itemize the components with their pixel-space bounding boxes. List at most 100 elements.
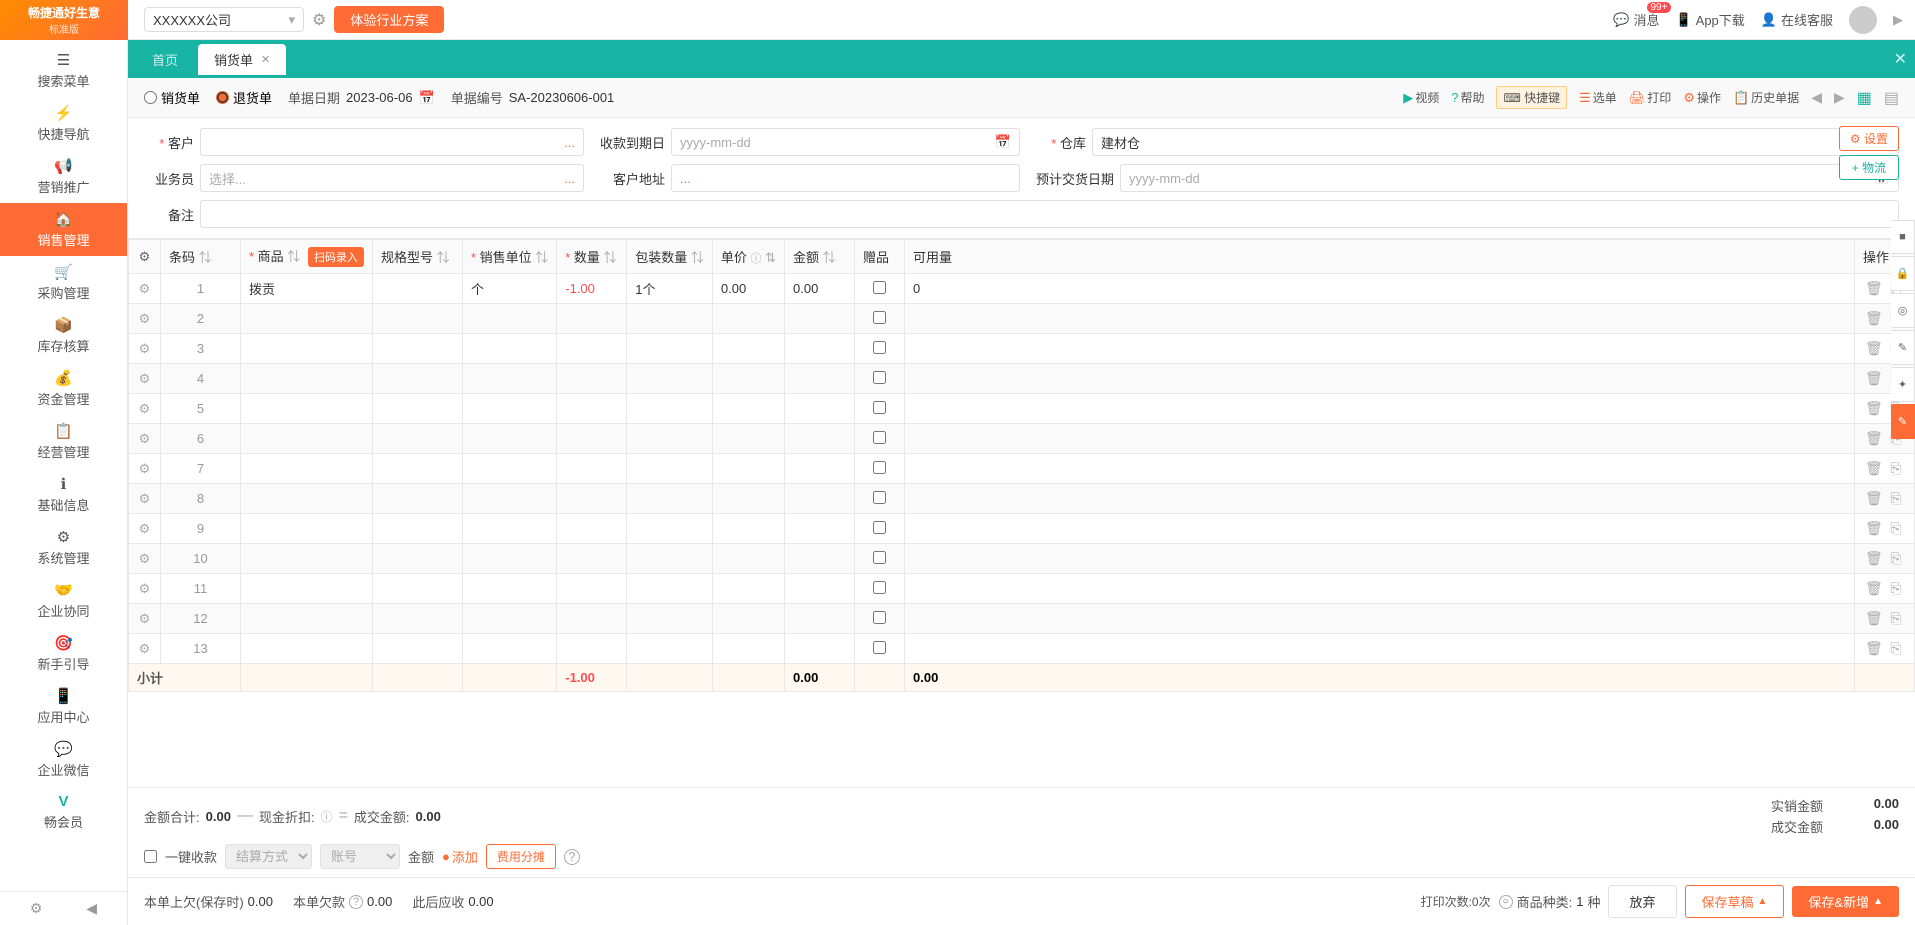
gift-checkbox[interactable] — [873, 521, 886, 534]
question-icon[interactable]: ? — [564, 849, 580, 865]
row-spec-cell[interactable] — [372, 634, 462, 664]
gift-checkbox[interactable] — [873, 641, 886, 654]
row-settings-icon[interactable]: ⚙ — [139, 341, 151, 356]
row-product-cell[interactable] — [241, 604, 373, 634]
calendar-icon[interactable]: 📅 — [419, 90, 435, 106]
row-settings-icon[interactable]: ⚙ — [139, 551, 151, 566]
sales-order-radio[interactable]: 销货单 — [144, 88, 200, 107]
row-amount-cell[interactable]: 0.00 — [785, 274, 855, 304]
row-spec-cell[interactable] — [372, 544, 462, 574]
gift-checkbox[interactable] — [873, 401, 886, 414]
customer-address-input[interactable]: ... — [671, 164, 1020, 192]
delete-row-button[interactable]: 🗑 — [1863, 368, 1885, 389]
float-btn-1[interactable]: ■ — [1891, 220, 1915, 254]
row-unit-cell[interactable] — [462, 484, 556, 514]
float-btn-2[interactable]: 🔒 — [1891, 256, 1915, 291]
row-pkg-qty-cell[interactable] — [627, 604, 713, 634]
prev-record-icon[interactable]: ◀ — [1811, 89, 1822, 106]
row-spec-cell[interactable] — [372, 514, 462, 544]
row-pkg-qty-cell[interactable] — [627, 394, 713, 424]
row-product-cell[interactable] — [241, 364, 373, 394]
row-spec-cell[interactable] — [372, 484, 462, 514]
settlement-method-select[interactable]: 结算方式 — [225, 844, 312, 869]
row-settings-icon[interactable]: ⚙ — [139, 401, 151, 416]
row-amount-cell[interactable] — [785, 334, 855, 364]
row-spec-cell[interactable] — [372, 424, 462, 454]
arrears-info-icon[interactable]: ? — [349, 895, 363, 909]
gift-checkbox[interactable] — [873, 431, 886, 444]
delete-row-button[interactable]: 🗑 — [1863, 608, 1885, 629]
row-qty-cell[interactable] — [557, 484, 627, 514]
gift-checkbox[interactable] — [873, 371, 886, 384]
row-unit-cell[interactable] — [462, 424, 556, 454]
row-spec-cell[interactable] — [372, 454, 462, 484]
delete-row-button[interactable]: 🗑 — [1863, 638, 1885, 659]
row-amount-cell[interactable] — [785, 514, 855, 544]
row-qty-cell[interactable] — [557, 514, 627, 544]
copy-row-button[interactable]: ⎘ — [1888, 638, 1903, 659]
gift-checkbox[interactable] — [873, 341, 886, 354]
shortcut-action[interactable]: ⌨ 快捷键 — [1496, 86, 1567, 109]
sidebar-item-finance[interactable]: 💰 资金管理 — [0, 362, 127, 415]
row-spec-cell[interactable] — [372, 334, 462, 364]
help-action[interactable]: ? 帮助 — [1451, 89, 1484, 106]
row-unit-cell[interactable] — [462, 514, 556, 544]
video-action[interactable]: ▶ 视频 — [1403, 89, 1439, 106]
delete-row-button[interactable]: 🗑 — [1863, 488, 1885, 509]
row-settings-icon[interactable]: ⚙ — [139, 611, 151, 626]
next-record-icon[interactable]: ▶ — [1834, 89, 1845, 106]
row-price-cell[interactable] — [712, 484, 784, 514]
row-unit-cell[interactable] — [462, 544, 556, 574]
row-spec-cell[interactable] — [372, 394, 462, 424]
online-service-action[interactable]: 👤 在线客服 — [1761, 10, 1833, 29]
salesman-input[interactable]: 选择... ... — [200, 164, 584, 192]
sidebar-item-guide[interactable]: 🎯 新手引导 — [0, 627, 127, 680]
row-unit-cell[interactable]: 个 — [462, 274, 556, 304]
row-product-cell[interactable]: 拨贡 — [241, 274, 373, 304]
row-unit-cell[interactable] — [462, 604, 556, 634]
gift-checkbox[interactable] — [873, 611, 886, 624]
row-unit-cell[interactable] — [462, 574, 556, 604]
tab-home[interactable]: 首页 — [136, 44, 194, 75]
row-amount-cell[interactable] — [785, 304, 855, 334]
delete-row-button[interactable]: 🗑 — [1863, 518, 1885, 539]
row-pkg-qty-cell[interactable] — [627, 304, 713, 334]
row-product-cell[interactable] — [241, 574, 373, 604]
save-new-button[interactable]: 保存&新增 ▲ — [1792, 886, 1899, 917]
row-price-cell[interactable]: 0.00 — [712, 274, 784, 304]
row-pkg-qty-cell[interactable] — [627, 484, 713, 514]
row-price-cell[interactable] — [712, 544, 784, 574]
row-pkg-qty-cell[interactable] — [627, 574, 713, 604]
copy-row-button[interactable]: ⎘ — [1888, 488, 1903, 509]
sidebar-item-quicknav[interactable]: ⚡ 快捷导航 — [0, 97, 127, 150]
row-spec-cell[interactable] — [372, 304, 462, 334]
row-price-cell[interactable] — [712, 424, 784, 454]
row-price-cell[interactable] — [712, 604, 784, 634]
row-amount-cell[interactable] — [785, 454, 855, 484]
row-qty-cell[interactable] — [557, 394, 627, 424]
sidebar-item-purchase[interactable]: 🛒 采购管理 — [0, 256, 127, 309]
delete-row-button[interactable]: 🗑 — [1863, 278, 1885, 299]
row-pkg-qty-cell[interactable] — [627, 514, 713, 544]
trial-button[interactable]: 体验行业方案 — [334, 6, 444, 33]
row-spec-cell[interactable] — [372, 604, 462, 634]
row-qty-cell[interactable] — [557, 544, 627, 574]
row-product-cell[interactable] — [241, 424, 373, 454]
account-select[interactable]: 账号 — [320, 844, 400, 869]
row-price-cell[interactable] — [712, 514, 784, 544]
delete-row-button[interactable]: 🗑 — [1863, 338, 1885, 359]
select-action[interactable]: ☰ 选单 — [1579, 89, 1617, 106]
row-product-cell[interactable] — [241, 334, 373, 364]
sidebar-item-basic[interactable]: ℹ 基础信息 — [0, 468, 127, 521]
delete-row-button[interactable]: 🗑 — [1863, 308, 1885, 329]
row-pkg-qty-cell[interactable] — [627, 364, 713, 394]
sidebar-item-search[interactable]: ☰ 搜索菜单 — [0, 44, 127, 97]
expense-split-button[interactable]: 费用分摊 — [486, 844, 556, 869]
settings-form-button[interactable]: ⚙ 设置 — [1839, 126, 1899, 151]
copy-row-button[interactable]: ⎘ — [1888, 608, 1903, 629]
row-pkg-qty-cell[interactable]: 1个 — [627, 274, 713, 304]
logistics-button[interactable]: + 物流 — [1839, 155, 1899, 180]
row-price-cell[interactable] — [712, 304, 784, 334]
row-product-cell[interactable] — [241, 634, 373, 664]
row-qty-cell[interactable] — [557, 454, 627, 484]
